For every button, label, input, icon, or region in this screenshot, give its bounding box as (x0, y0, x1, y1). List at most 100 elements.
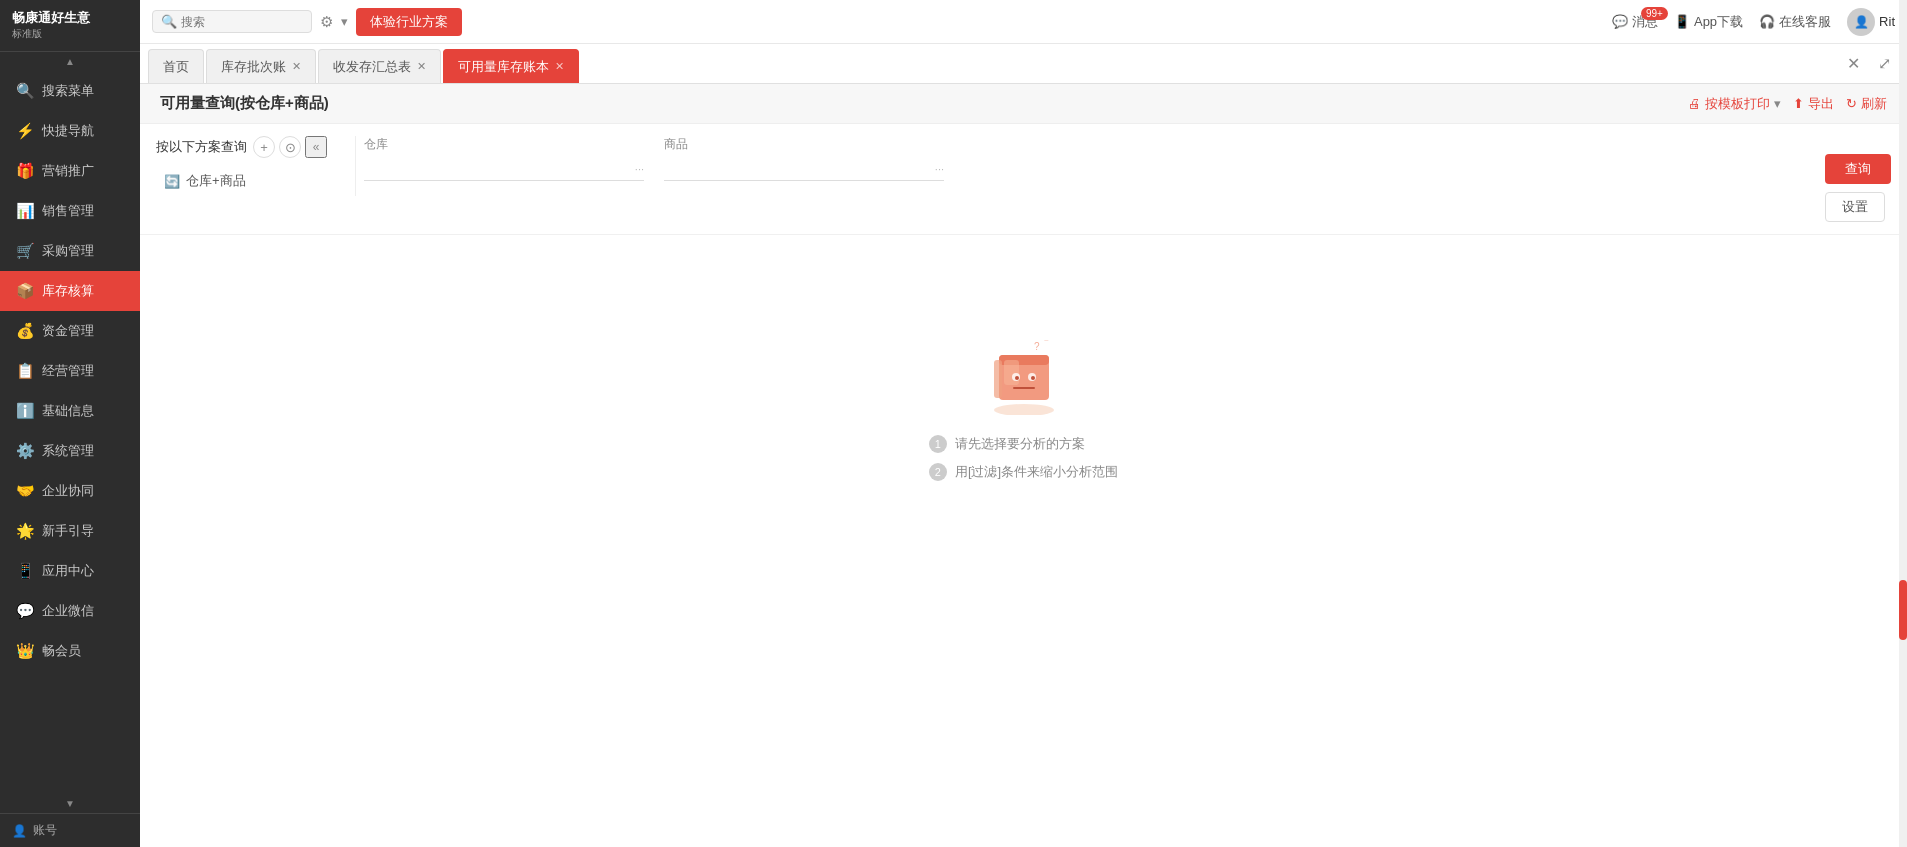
sidebar-item-marketing-promo[interactable]: 🎁 营销推广 (0, 151, 140, 191)
print-button[interactable]: 🖨 按模板打印 ▾ (1688, 95, 1781, 113)
sidebar-item-label-inventory: 库存核算 (42, 282, 94, 300)
warehouse-more-icon[interactable]: ··· (635, 163, 644, 175)
scheme-rotate-icon: 🔄 (164, 174, 180, 189)
sidebar-item-biz-mgmt[interactable]: 📋 经营管理 (0, 351, 140, 391)
sidebar-item-finance[interactable]: 💰 资金管理 (0, 311, 140, 351)
filter-scheme-actions: + ⊙ « (253, 136, 327, 158)
scheme-warehouse-product[interactable]: 🔄 仓库+商品 (156, 166, 347, 196)
sidebar-bottom[interactable]: 👤 账号 (0, 813, 140, 847)
filter-right-buttons: 查询 设置 (1825, 136, 1891, 222)
print-icon: 🖨 (1688, 96, 1701, 111)
sidebar-item-label-sys-mgmt: 系统管理 (42, 442, 94, 460)
industry-solution-button[interactable]: 体验行业方案 (356, 8, 462, 36)
sidebar-scroll-up[interactable]: ▲ (0, 52, 140, 71)
topbar-right: 💬 消息 99+ 📱 App下载 🎧 在线客服 👤 Rit (1612, 8, 1895, 36)
sidebar-item-enterprise[interactable]: 🤝 企业协同 (0, 471, 140, 511)
print-dropdown-icon[interactable]: ▾ (1774, 96, 1781, 111)
sidebar-bottom-label: 账号 (33, 822, 57, 839)
product-input-box[interactable]: ··· (664, 157, 944, 181)
filter-scheme-label: 按以下方案查询 (156, 138, 247, 156)
warehouse-input[interactable] (364, 161, 629, 176)
svg-text:~: ~ (1044, 336, 1049, 345)
online-service-label: 在线客服 (1779, 13, 1831, 31)
sidebar-item-shortcut[interactable]: ⚡ 快捷导航 (0, 111, 140, 151)
purchase-mgmt-icon: 🛒 (16, 242, 34, 260)
sidebar-item-search[interactable]: 🔍 搜索菜单 (0, 71, 140, 111)
setting-button[interactable]: 设置 (1825, 192, 1885, 222)
search-input[interactable] (181, 15, 301, 29)
export-button[interactable]: ⬆ 导出 (1793, 95, 1834, 113)
query-button[interactable]: 查询 (1825, 154, 1891, 184)
sidebar-header: 畅康通好生意 标准版 (0, 0, 140, 52)
tip-num-1: 1 (929, 435, 947, 453)
sidebar-logo-sub: 标准版 (12, 27, 128, 41)
refresh-button[interactable]: ↻ 刷新 (1846, 95, 1887, 113)
tab-close-all-button[interactable]: ✕ (1839, 50, 1868, 77)
sidebar-item-enterprise-wx[interactable]: 💬 企业微信 (0, 591, 140, 631)
sidebar-item-newbie[interactable]: 🌟 新手引导 (0, 511, 140, 551)
tab-batch-account[interactable]: 库存批次账✕ (206, 49, 316, 83)
empty-state: ? ~ 1 请先选择要分析的方案 2 用[过滤]条件来缩小分析范围 (140, 235, 1907, 541)
print-label: 按模板打印 (1705, 95, 1770, 113)
avatar-text: 👤 (1854, 15, 1869, 29)
gear-icon[interactable]: ⚙ (320, 13, 333, 31)
search-icon: 🔍 (16, 82, 34, 100)
sales-mgmt-icon: 📊 (16, 202, 34, 220)
message-icon: 💬 (1612, 14, 1628, 29)
sidebar-item-label-enterprise: 企业协同 (42, 482, 94, 500)
dropdown-icon[interactable]: ▾ (341, 14, 348, 29)
page-header-actions: 🖨 按模板打印 ▾ ⬆ 导出 ↻ 刷新 (1688, 95, 1887, 113)
tip-text-1: 请先选择要分析的方案 (955, 435, 1085, 453)
page-header: 可用量查询(按仓库+商品) 🖨 按模板打印 ▾ ⬆ 导出 ↻ 刷新 (140, 84, 1907, 124)
sidebar-logo-title: 畅康通好生意 (12, 10, 128, 27)
online-service-item[interactable]: 🎧 在线客服 (1759, 13, 1831, 31)
scrollbar-thumb[interactable] (1899, 580, 1907, 640)
sidebar-item-label-newbie: 新手引导 (42, 522, 94, 540)
tab-close-available-ledger[interactable]: ✕ (555, 60, 564, 73)
tab-close-batch-account[interactable]: ✕ (292, 60, 301, 73)
tab-label-home: 首页 (163, 58, 189, 76)
svg-rect-4 (1004, 360, 1019, 385)
sidebar-item-sys-mgmt[interactable]: ⚙️ 系统管理 (0, 431, 140, 471)
sidebar-item-label-shortcut: 快捷导航 (42, 122, 94, 140)
empty-illustration: ? ~ (974, 315, 1074, 415)
message-item[interactable]: 💬 消息 99+ (1612, 13, 1658, 31)
sidebar-item-inventory[interactable]: 📦 库存核算 (0, 271, 140, 311)
app-center-icon: 📱 (16, 562, 34, 580)
tab-receipt-summary[interactable]: 收发存汇总表✕ (318, 49, 441, 83)
tab-available-ledger[interactable]: 可用量库存账本✕ (443, 49, 579, 83)
shortcut-icon: ⚡ (16, 122, 34, 140)
tab-home[interactable]: 首页 (148, 49, 204, 83)
user-profile-item[interactable]: 👤 Rit (1847, 8, 1895, 36)
sidebar-item-label-enterprise-wx: 企业微信 (42, 602, 94, 620)
sidebar-item-label-purchase-mgmt: 采购管理 (42, 242, 94, 260)
enterprise-wx-icon: 💬 (16, 602, 34, 620)
sidebar-item-member[interactable]: 👑 畅会员 (0, 631, 140, 671)
inventory-icon: 📦 (16, 282, 34, 300)
sidebar-scroll-down[interactable]: ▼ (0, 794, 140, 813)
main: 🔍 ⚙ ▾ 体验行业方案 💬 消息 99+ 📱 App下载 🎧 在线客服 � (140, 0, 1907, 847)
sidebar-item-app-center[interactable]: 📱 应用中心 (0, 551, 140, 591)
app-download-item[interactable]: 📱 App下载 (1674, 13, 1743, 31)
warehouse-field: 仓库 ··· (364, 136, 644, 181)
sidebar-item-basic-info[interactable]: ℹ️ 基础信息 (0, 391, 140, 431)
add-scheme-button[interactable]: + (253, 136, 275, 158)
export-icon: ⬆ (1793, 96, 1804, 111)
product-input[interactable] (664, 161, 929, 176)
collapse-scheme-button[interactable]: « (305, 136, 327, 158)
product-more-icon[interactable]: ··· (935, 163, 944, 175)
tab-close-receipt-summary[interactable]: ✕ (417, 60, 426, 73)
edit-scheme-button[interactable]: ⊙ (279, 136, 301, 158)
tab-expand-button[interactable]: ⤢ (1870, 50, 1899, 77)
app-icon: 📱 (1674, 14, 1690, 29)
sidebar-item-purchase-mgmt[interactable]: 🛒 采购管理 (0, 231, 140, 271)
sidebar-bottom-icon: 👤 (12, 824, 27, 838)
sidebar-item-sales-mgmt[interactable]: 📊 销售管理 (0, 191, 140, 231)
filter-fields: 仓库 ··· 商品 ··· (364, 136, 1817, 181)
warehouse-input-box[interactable]: ··· (364, 157, 644, 181)
scheme-label: 仓库+商品 (186, 172, 246, 190)
topbar-search-box[interactable]: 🔍 (152, 10, 312, 33)
sidebar-item-label-finance: 资金管理 (42, 322, 94, 340)
filter-area: 按以下方案查询 + ⊙ « 🔄 仓库+商品 仓库 (140, 124, 1907, 235)
sidebar-item-label-sales-mgmt: 销售管理 (42, 202, 94, 220)
